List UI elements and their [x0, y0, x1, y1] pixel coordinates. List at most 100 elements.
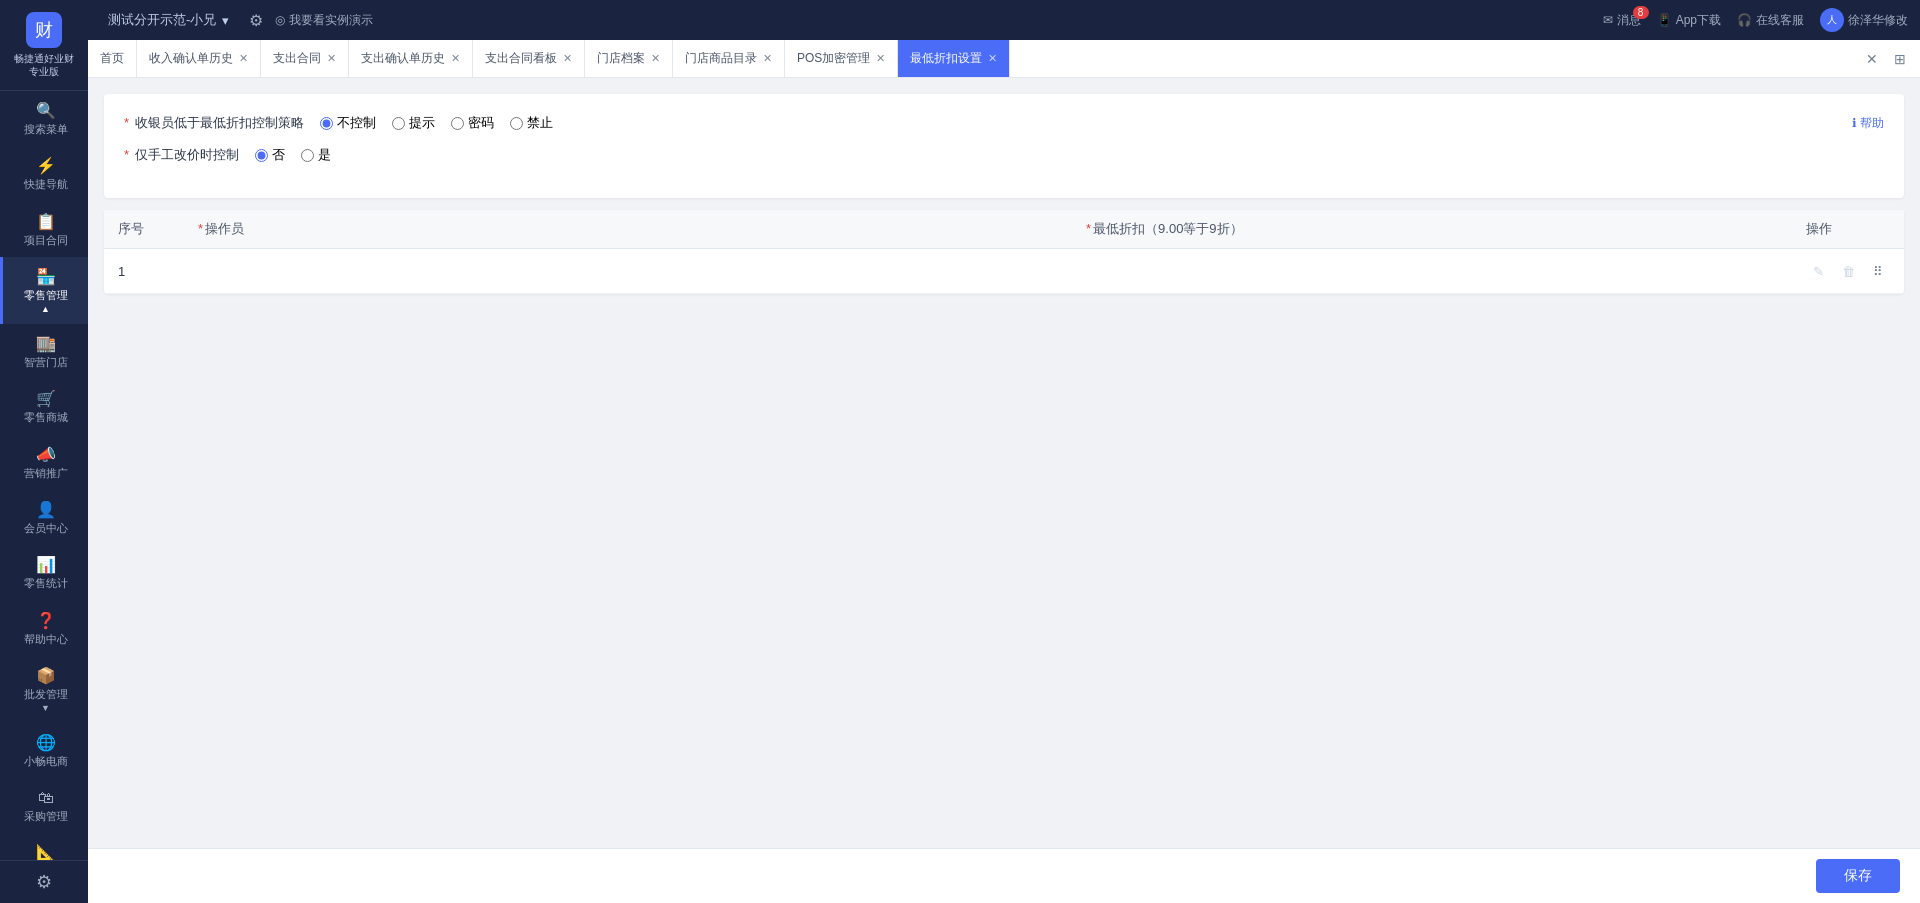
sidebar-item-smart-store[interactable]: 🏬 智营门店: [0, 324, 88, 379]
sidebar-item-retail-management[interactable]: 🏪 零售管理 ▲: [0, 257, 88, 324]
messages-action[interactable]: ✉ 消息 8: [1603, 12, 1641, 29]
tab-label-payment-contract: 支出合同: [273, 50, 321, 67]
sidebar-icon-help-center: ❓: [36, 611, 56, 630]
manual-price-no-option[interactable]: 否: [255, 146, 285, 164]
policy-required-mark: *: [124, 115, 129, 130]
sidebar-item-inventory[interactable]: 📐 库存核算: [0, 833, 88, 860]
col-action-header: 操作: [1792, 210, 1904, 249]
tab-label-pos-password-management: POS加密管理: [797, 50, 870, 67]
top-settings-icon[interactable]: ⚙: [249, 11, 263, 30]
tab-close-store-archive[interactable]: ✕: [651, 52, 660, 65]
tab-close-min-discount-settings[interactable]: ✕: [988, 52, 997, 65]
sidebar-item-quick-nav[interactable]: ⚡ 快捷导航: [0, 146, 88, 201]
main-area: 测试分开示范-小兄 ▾ ⚙ ◎ 我要看实例演示 ✉ 消息 8 📱 App下载 🎧…: [88, 0, 1920, 903]
app-name: 畅捷通好业财 专业版: [14, 52, 74, 78]
messages-icon: ✉: [1603, 13, 1613, 27]
sidebar-item-member-center[interactable]: 👤 会员中心: [0, 490, 88, 545]
policy-password-label: 密码: [468, 114, 494, 132]
manual-price-yes-label: 是: [318, 146, 331, 164]
tab-close-payment-confirm-history[interactable]: ✕: [451, 52, 460, 65]
sidebar-item-project-contract[interactable]: 📋 项目合同: [0, 202, 88, 257]
user-info[interactable]: 人 徐泽华修改: [1820, 8, 1908, 32]
table-scroll[interactable]: 序号 *操作员 *最低折扣（9.00等于9折） 操作 1: [104, 210, 1904, 294]
sidebar-label-member-center: 会员中心: [24, 521, 68, 535]
app-logo: 财 畅捷通好业财 专业版: [0, 0, 88, 91]
manual-price-no-radio[interactable]: [255, 149, 268, 162]
policy-password-option[interactable]: 密码: [451, 114, 494, 132]
sidebar-label-ecommerce: 小畅电商: [24, 754, 68, 768]
tab-store-product-catalog[interactable]: 门店商品目录✕: [673, 40, 785, 77]
col-operator-header: *操作员: [184, 210, 1072, 249]
app-download-action[interactable]: 📱 App下载: [1657, 12, 1721, 29]
tab-income-confirm-history[interactable]: 收入确认单历史✕: [137, 40, 261, 77]
tab-close-pos-password-management[interactable]: ✕: [876, 52, 885, 65]
table-row: 1 ✎ 🗑 ⠿: [104, 249, 1904, 294]
tab-close-payment-contract[interactable]: ✕: [327, 52, 336, 65]
policy-forbid-option[interactable]: 禁止: [510, 114, 553, 132]
sidebar-arrow-batch-management: ▼: [41, 703, 50, 713]
dropdown-icon: ▾: [222, 13, 229, 28]
tab-payment-contract-board[interactable]: 支出合同看板✕: [473, 40, 585, 77]
help-icon: ℹ: [1852, 116, 1857, 130]
tab-payment-contract[interactable]: 支出合同 ✕: [261, 40, 349, 77]
tab-close-payment-contract-board[interactable]: ✕: [563, 52, 572, 65]
save-button[interactable]: 保存: [1816, 859, 1900, 893]
sidebar-icon-marketing: 📣: [36, 445, 56, 464]
logo-icon: 财: [26, 12, 62, 48]
manual-price-yes-option[interactable]: 是: [301, 146, 331, 164]
manual-price-label: * 仅手工改价时控制: [124, 146, 239, 164]
col-discount-header: *最低折扣（9.00等于9折）: [1072, 210, 1792, 249]
cell-action: ✎ 🗑 ⠿: [1792, 249, 1904, 294]
sidebar-item-ecommerce[interactable]: 🌐 小畅电商: [0, 723, 88, 778]
drag-icon[interactable]: ⠿: [1866, 259, 1890, 283]
online-service-action[interactable]: 🎧 在线客服: [1737, 12, 1804, 29]
top-bar: 测试分开示范-小兄 ▾ ⚙ ◎ 我要看实例演示 ✉ 消息 8 📱 App下载 🎧…: [88, 0, 1920, 40]
policy-prompt-option[interactable]: 提示: [392, 114, 435, 132]
manual-price-yes-radio[interactable]: [301, 149, 314, 162]
form-card: * 收银员低于最低折扣控制策略 不控制 提示 密码: [104, 94, 1904, 198]
tab-bar: 首页收入确认单历史✕支出合同✕支出确认单历史✕支出合同看板✕门店档案✕门店商品目…: [88, 40, 1920, 78]
online-service-label: 在线客服: [1756, 12, 1804, 29]
sidebar-arrow-retail-management: ▲: [41, 304, 50, 314]
bottom-bar: 保存: [88, 848, 1920, 903]
sidebar-label-help-center: 帮助中心: [24, 632, 68, 646]
sidebar-label-marketing: 营销推广: [24, 466, 68, 480]
edit-icon[interactable]: ✎: [1806, 259, 1830, 283]
sidebar-item-search[interactable]: 🔍 搜索菜单: [0, 91, 88, 146]
tab-payment-confirm-history[interactable]: 支出确认单历史✕: [349, 40, 473, 77]
help-label: 帮助: [1860, 115, 1884, 132]
tab-close-btn[interactable]: ✕: [1860, 47, 1884, 71]
sidebar-item-marketing[interactable]: 📣 营销推广: [0, 435, 88, 490]
delete-icon[interactable]: 🗑: [1836, 259, 1860, 283]
sidebar-item-retail-stats[interactable]: 📊 零售统计: [0, 545, 88, 600]
settings-icon[interactable]: ⚙: [36, 871, 52, 893]
tab-store-archive[interactable]: 门店档案✕: [585, 40, 673, 77]
policy-no-control-option[interactable]: 不控制: [320, 114, 376, 132]
policy-password-radio[interactable]: [451, 117, 464, 130]
tab-home[interactable]: 首页: [88, 40, 137, 77]
sidebar-icon-ecommerce: 🌐: [36, 733, 56, 752]
breadcrumb-text: 测试分开示范-小兄: [108, 11, 216, 29]
cell-discount: [1072, 249, 1792, 294]
demo-link[interactable]: ◎ 我要看实例演示: [275, 12, 373, 29]
tab-close-income-confirm-history[interactable]: ✕: [239, 52, 248, 65]
tab-close-store-product-catalog[interactable]: ✕: [763, 52, 772, 65]
sidebar-icon-smart-store: 🏬: [36, 334, 56, 353]
demo-circle-icon: ◎: [275, 13, 285, 27]
help-link[interactable]: ℹ 帮助: [1852, 115, 1884, 132]
policy-prompt-label: 提示: [409, 114, 435, 132]
sidebar-item-batch-management[interactable]: 📦 批发管理 ▼: [0, 656, 88, 723]
policy-forbid-radio[interactable]: [510, 117, 523, 130]
sidebar-item-help-center[interactable]: ❓ 帮助中心: [0, 601, 88, 656]
breadcrumb-selector[interactable]: 测试分开示范-小兄 ▾: [100, 7, 237, 33]
tab-pos-password-management[interactable]: POS加密管理 ✕: [785, 40, 898, 77]
user-name: 徐泽华修改: [1848, 12, 1908, 29]
tab-maximize-btn[interactable]: ⊞: [1888, 47, 1912, 71]
sidebar-item-purchase-management[interactable]: 🛍 采购管理: [0, 779, 88, 833]
app-download-label: App下载: [1676, 12, 1721, 29]
sidebar-item-retail-mall[interactable]: 🛒 零售商城: [0, 379, 88, 434]
tab-min-discount-settings[interactable]: 最低折扣设置✕: [898, 40, 1010, 77]
table-body: 1 ✎ 🗑 ⠿: [104, 249, 1904, 294]
policy-no-control-radio[interactable]: [320, 117, 333, 130]
policy-prompt-radio[interactable]: [392, 117, 405, 130]
